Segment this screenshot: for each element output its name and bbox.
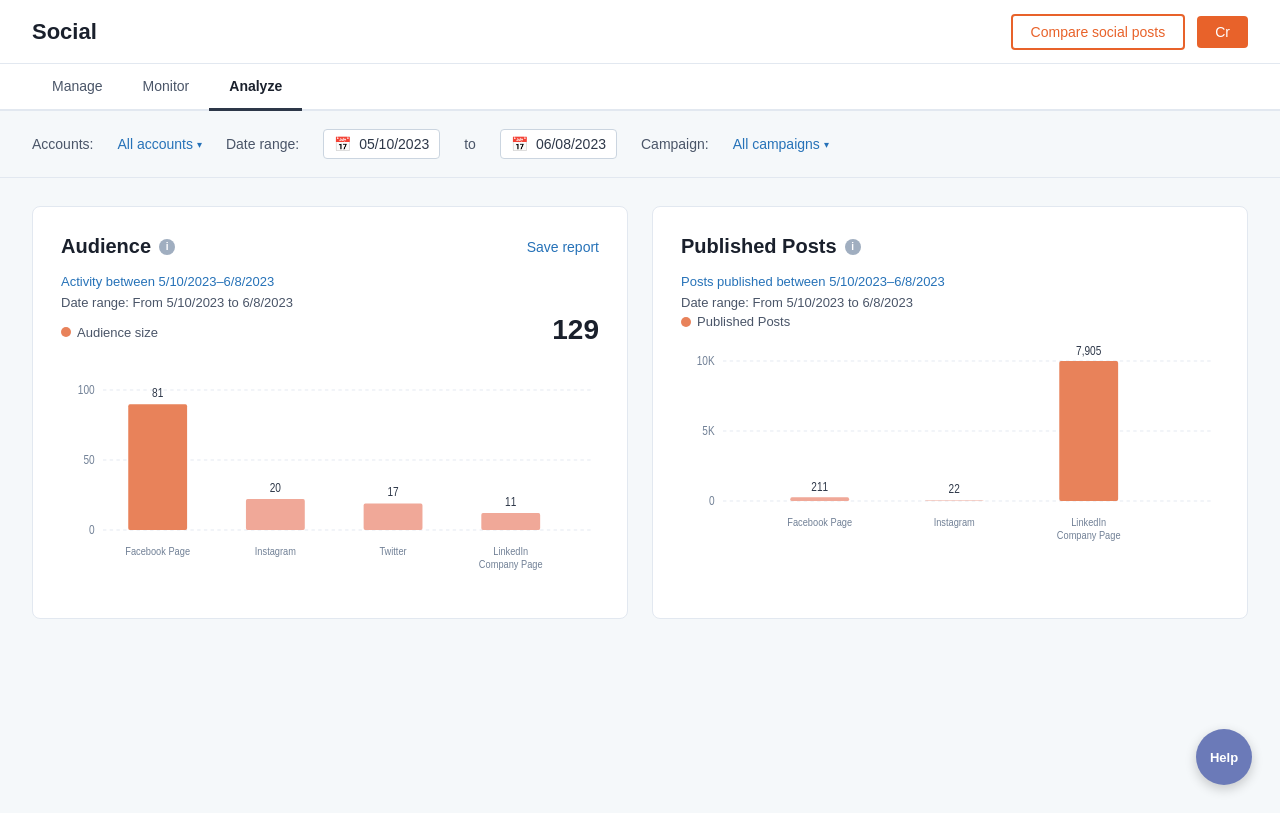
audience-legend-dot <box>61 327 71 337</box>
svg-text:20: 20 <box>270 481 281 494</box>
audience-card-header: Audience i Save report <box>61 235 599 258</box>
published-legend: Published Posts <box>681 314 1219 329</box>
svg-text:Company Page: Company Page <box>479 558 543 570</box>
svg-text:LinkedIn: LinkedIn <box>1071 516 1106 528</box>
audience-date-range: Date range: From 5/10/2023 to 6/8/2023 <box>61 295 599 310</box>
svg-rect-6 <box>128 404 187 530</box>
svg-rect-25 <box>790 497 849 501</box>
svg-text:Company Page: Company Page <box>1057 529 1121 541</box>
campaign-label: Campaign: <box>641 136 709 152</box>
published-posts-card: Published Posts i Posts published betwee… <box>652 206 1248 619</box>
svg-rect-9 <box>246 499 305 530</box>
nav-monitor[interactable]: Monitor <box>123 64 210 111</box>
svg-text:0: 0 <box>709 494 715 507</box>
campaign-chevron-icon: ▾ <box>824 139 829 150</box>
accounts-chevron-icon: ▾ <box>197 139 202 150</box>
svg-text:5K: 5K <box>702 424 715 437</box>
date-from-value: 05/10/2023 <box>359 136 429 152</box>
published-card-header: Published Posts i <box>681 235 1219 258</box>
published-title: Published Posts i <box>681 235 861 258</box>
svg-text:Instagram: Instagram <box>255 545 296 557</box>
date-range-label: Date range: <box>226 136 299 152</box>
svg-text:10K: 10K <box>697 354 715 367</box>
audience-info-icon[interactable]: i <box>159 239 175 255</box>
audience-title: Audience i <box>61 235 175 258</box>
nav-manage[interactable]: Manage <box>32 64 123 111</box>
audience-activity-text: Activity between 5/10/2023–6/8/2023 <box>61 274 599 289</box>
calendar-from-icon: 📅 <box>334 136 351 152</box>
audience-chart-svg: 100 50 0 81 Facebook Page 20 Instagram 1… <box>61 370 599 590</box>
audience-legend: Audience size <box>61 325 158 340</box>
svg-text:11: 11 <box>505 495 516 508</box>
date-to-input[interactable]: 📅 06/08/2023 <box>500 129 617 159</box>
create-button[interactable]: Cr <box>1197 16 1248 48</box>
svg-text:Facebook Page: Facebook Page <box>787 516 852 528</box>
published-info-icon[interactable]: i <box>845 239 861 255</box>
svg-text:LinkedIn: LinkedIn <box>493 545 528 557</box>
svg-text:17: 17 <box>387 485 398 498</box>
published-legend-label: Published Posts <box>697 314 790 329</box>
main-nav: Manage Monitor Analyze <box>0 64 1280 111</box>
nav-analyze[interactable]: Analyze <box>209 64 302 111</box>
date-from-input[interactable]: 📅 05/10/2023 <box>323 129 440 159</box>
published-activity-text: Posts published between 5/10/2023–6/8/20… <box>681 274 1219 289</box>
audience-card: Audience i Save report Activity between … <box>32 206 628 619</box>
published-legend-dot <box>681 317 691 327</box>
date-to-value: 06/08/2023 <box>536 136 606 152</box>
calendar-to-icon: 📅 <box>511 136 528 152</box>
svg-text:Twitter: Twitter <box>379 545 407 557</box>
svg-text:7,905: 7,905 <box>1076 344 1101 357</box>
svg-text:Instagram: Instagram <box>934 516 975 528</box>
campaign-dropdown[interactable]: All campaigns ▾ <box>733 136 829 152</box>
accounts-label: Accounts: <box>32 136 93 152</box>
svg-text:81: 81 <box>152 386 163 399</box>
audience-chart: 100 50 0 81 Facebook Page 20 Instagram 1… <box>61 370 599 590</box>
date-separator: to <box>464 136 476 152</box>
svg-text:211: 211 <box>811 480 828 493</box>
header-actions: Compare social posts Cr <box>1011 14 1248 50</box>
audience-legend-label: Audience size <box>77 325 158 340</box>
accounts-value: All accounts <box>117 136 192 152</box>
campaign-value: All campaigns <box>733 136 820 152</box>
audience-total: 129 <box>552 314 599 346</box>
svg-rect-15 <box>481 513 540 530</box>
header: Social Compare social posts Cr <box>0 0 1280 64</box>
accounts-dropdown[interactable]: All accounts ▾ <box>117 136 201 152</box>
compare-social-posts-button[interactable]: Compare social posts <box>1011 14 1186 50</box>
svg-text:22: 22 <box>949 482 960 495</box>
svg-text:Facebook Page: Facebook Page <box>125 545 190 557</box>
audience-save-report-button[interactable]: Save report <box>527 239 599 255</box>
svg-rect-12 <box>364 504 423 530</box>
published-chart-svg: 10K 5K 0 211 Facebook Page 22 Instagram … <box>681 341 1219 561</box>
app-title: Social <box>32 19 97 45</box>
svg-text:0: 0 <box>89 523 95 536</box>
svg-text:50: 50 <box>83 453 94 466</box>
svg-text:100: 100 <box>78 383 95 396</box>
main-content: Audience i Save report Activity between … <box>0 178 1280 647</box>
svg-rect-31 <box>1059 361 1118 501</box>
published-chart: 10K 5K 0 211 Facebook Page 22 Instagram … <box>681 341 1219 561</box>
published-date-range: Date range: From 5/10/2023 to 6/8/2023 <box>681 295 1219 310</box>
filter-bar: Accounts: All accounts ▾ Date range: 📅 0… <box>0 111 1280 178</box>
